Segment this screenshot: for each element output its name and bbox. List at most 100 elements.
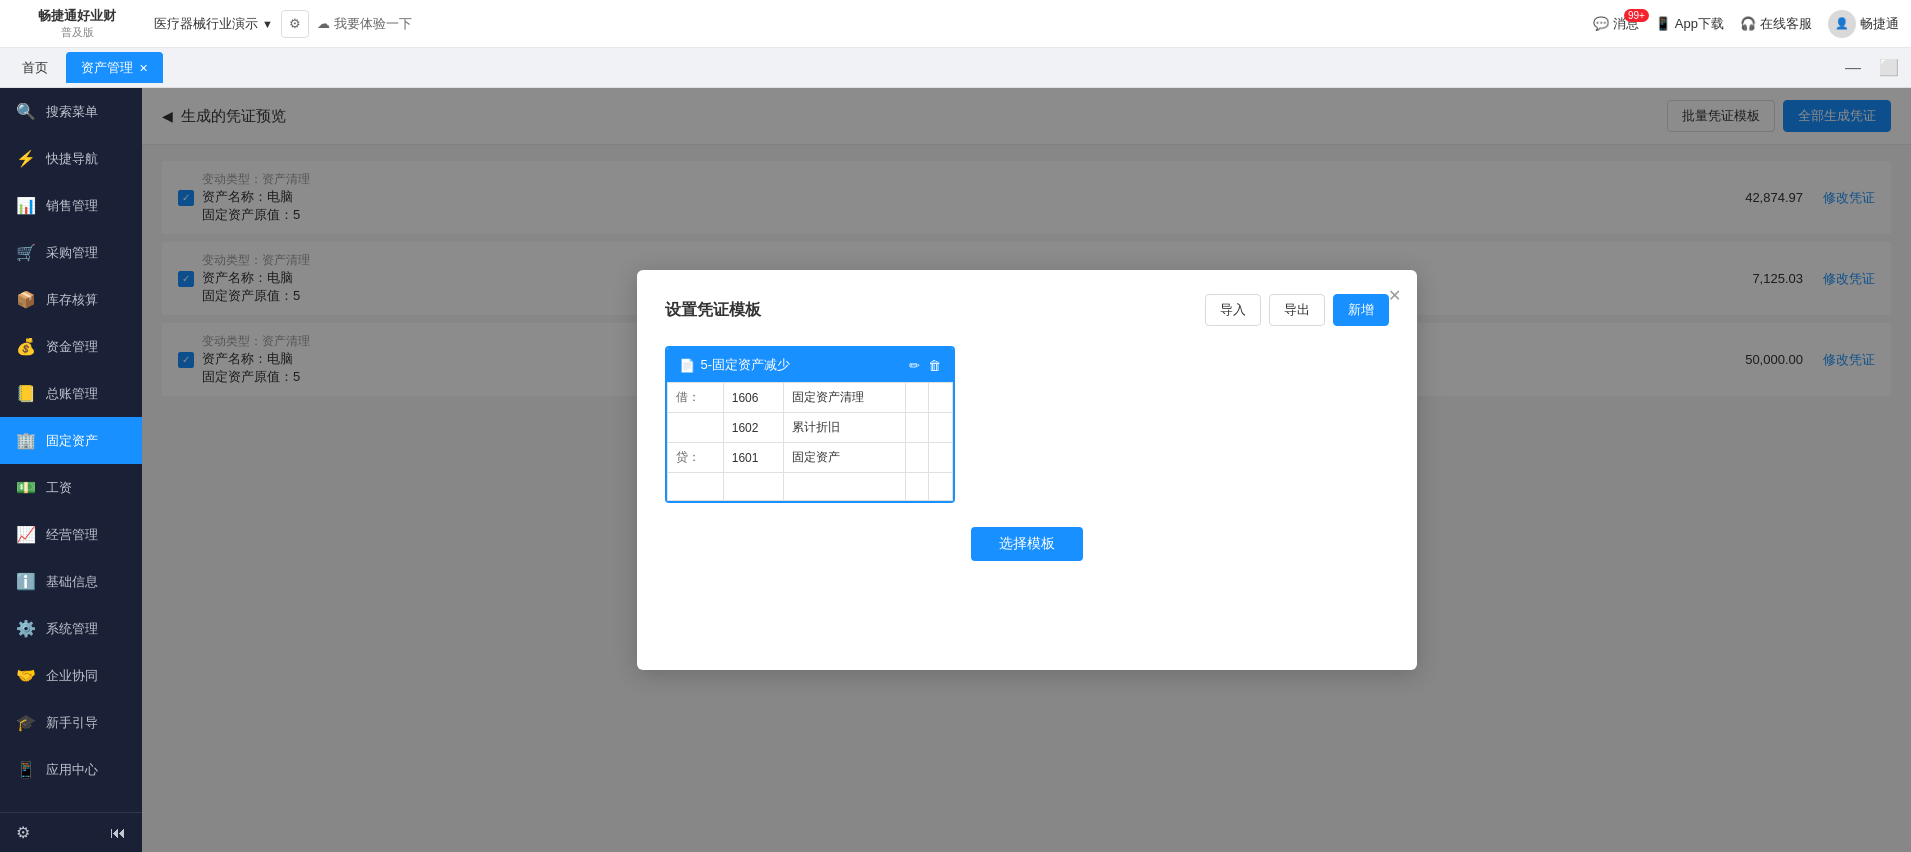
- window-controls: — ⬜: [1839, 54, 1903, 82]
- online-service-label: 在线客服: [1760, 15, 1812, 33]
- select-template-button[interactable]: 选择模板: [971, 527, 1083, 561]
- sidebar-item-inventory-label: 库存核算: [46, 291, 98, 309]
- logo-title: 畅捷通好业财: [38, 7, 116, 25]
- template-card: 📄 5-固定资产减少 ✏ 🗑 借：: [665, 346, 955, 503]
- company-selector[interactable]: 医疗器械行业演示 ▼: [154, 15, 273, 33]
- entry-side-1: 借：: [667, 383, 723, 413]
- sidebar-item-operations[interactable]: 📈 经营管理: [0, 511, 142, 558]
- quicknav-icon: ⚡: [16, 149, 36, 168]
- template-entry-row: 贷： 1601 固定资产: [667, 443, 952, 473]
- template-entry-row: 1602 累计折旧: [667, 413, 952, 443]
- new-template-button[interactable]: 新增: [1333, 294, 1389, 326]
- sidebar-item-operations-label: 经营管理: [46, 526, 98, 544]
- sidebar-item-basic-info-label: 基础信息: [46, 573, 98, 591]
- sidebar-item-sales-label: 销售管理: [46, 197, 98, 215]
- username-label: 畅捷通: [1860, 15, 1899, 33]
- service-icon: 🎧: [1740, 16, 1756, 31]
- entry-name-1: 固定资产清理: [783, 383, 905, 413]
- empty-cell-1: [667, 473, 723, 501]
- tab-asset-management[interactable]: 资产管理 ✕: [66, 52, 163, 83]
- content-area: ◀ 生成的凭证预览 批量凭证模板 全部生成凭证 ✓ 变动类型：资产清理 资产名称…: [142, 88, 1911, 852]
- online-service-button[interactable]: 🎧 在线客服: [1740, 15, 1812, 33]
- sidebar-item-fixed-assets[interactable]: 🏢 固定资产: [0, 417, 142, 464]
- sidebar-item-payroll-label: 工资: [46, 479, 72, 497]
- template-card-header-left: 📄 5-固定资产减少: [679, 356, 791, 374]
- sidebar: 🔍 搜索菜单 ⚡ 快捷导航 📊 销售管理 🛒 采购管理 📦 库存核算 💰: [0, 88, 142, 852]
- top-bar-middle: 医疗器械行业演示 ▼ ⚙ ☁ 我要体验一下: [154, 10, 1581, 38]
- entry-side-2: [667, 413, 723, 443]
- modal-title: 设置凭证模板: [665, 300, 761, 321]
- ledger-icon: 📒: [16, 384, 36, 403]
- payroll-icon: 💵: [16, 478, 36, 497]
- sidebar-item-ledger-label: 总账管理: [46, 385, 98, 403]
- entry-name-2: 累计折旧: [783, 413, 905, 443]
- empty-cell-2: [723, 473, 783, 501]
- sidebar-item-fixed-assets-label: 固定资产: [46, 432, 98, 450]
- avatar: 👤: [1828, 10, 1856, 38]
- entry-debit-3: [905, 443, 928, 473]
- sidebar-item-search[interactable]: 🔍 搜索菜单: [0, 88, 142, 135]
- minimize-button[interactable]: —: [1839, 54, 1867, 82]
- sidebar-item-inventory[interactable]: 📦 库存核算: [0, 276, 142, 323]
- sidebar-item-purchase[interactable]: 🛒 采购管理: [0, 229, 142, 276]
- template-entries-table: 借： 1606 固定资产清理 1602 累计折旧: [667, 382, 953, 501]
- top-bar-right: 💬 消息 99+ 📱 App下载 🎧 在线客服 👤 畅捷通: [1593, 10, 1899, 38]
- sidebar-item-system-label: 系统管理: [46, 620, 98, 638]
- document-icon: 📄: [679, 358, 695, 373]
- entry-credit-2: [929, 413, 952, 443]
- experience-label: 我要体验一下: [334, 15, 412, 33]
- sidebar-item-sales[interactable]: 📊 销售管理: [0, 182, 142, 229]
- logo-sub: 普及版: [61, 25, 94, 40]
- sidebar-item-app-center-label: 应用中心: [46, 761, 98, 779]
- empty-cell-4: [905, 473, 928, 501]
- tab-close-icon[interactable]: ✕: [139, 62, 148, 75]
- sidebar-item-funds[interactable]: 💰 资金管理: [0, 323, 142, 370]
- empty-cell-5: [929, 473, 952, 501]
- phone-icon: 📱: [1655, 16, 1671, 31]
- sidebar-item-guide[interactable]: 🎓 新手引导: [0, 699, 142, 746]
- sidebar-item-app-center[interactable]: 📱 应用中心: [0, 746, 142, 793]
- modal-close-button[interactable]: ✕: [1388, 286, 1401, 305]
- sidebar-item-enterprise[interactable]: 🤝 企业协同: [0, 652, 142, 699]
- top-bar: 畅捷通好业财 普及版 医疗器械行业演示 ▼ ⚙ ☁ 我要体验一下 💬 消息 99…: [0, 0, 1911, 48]
- sidebar-item-quicknav[interactable]: ⚡ 快捷导航: [0, 135, 142, 182]
- cloud-icon: ☁: [317, 16, 330, 31]
- sales-icon: 📊: [16, 196, 36, 215]
- entry-code-3: 1601: [723, 443, 783, 473]
- sidebar-item-ledger[interactable]: 📒 总账管理: [0, 370, 142, 417]
- app-download-button[interactable]: 📱 App下载: [1655, 15, 1724, 33]
- sidebar-item-basic-info[interactable]: ℹ️ 基础信息: [0, 558, 142, 605]
- enterprise-icon: 🤝: [16, 666, 36, 685]
- purchase-icon: 🛒: [16, 243, 36, 262]
- sidebar-item-system[interactable]: ⚙️ 系统管理: [0, 605, 142, 652]
- settings-gear-button[interactable]: ⚙: [281, 10, 309, 38]
- experience-button[interactable]: ☁ 我要体验一下: [317, 15, 412, 33]
- user-avatar-button[interactable]: 👤 畅捷通: [1828, 10, 1899, 38]
- sidebar-bottom: ⚙ ⏮: [0, 812, 142, 852]
- edit-template-icon[interactable]: ✏: [909, 358, 920, 373]
- modal-overlay[interactable]: 设置凭证模板 导入 导出 新增 ✕ 📄 5-固定资产减: [142, 88, 1911, 852]
- export-button[interactable]: 导出: [1269, 294, 1325, 326]
- sidebar-item-funds-label: 资金管理: [46, 338, 98, 356]
- template-name: 5-固定资产减少: [701, 356, 791, 374]
- messages-button[interactable]: 💬 消息 99+: [1593, 15, 1639, 33]
- settings-bottom-icon[interactable]: ⚙: [16, 823, 30, 842]
- maximize-button[interactable]: ⬜: [1875, 54, 1903, 82]
- collapse-icon[interactable]: ⏮: [110, 824, 126, 842]
- import-button[interactable]: 导入: [1205, 294, 1261, 326]
- logo-area: 畅捷通好业财 普及版: [12, 7, 142, 40]
- template-card-header-actions: ✏ 🗑: [909, 358, 941, 373]
- sidebar-item-purchase-label: 采购管理: [46, 244, 98, 262]
- operations-icon: 📈: [16, 525, 36, 544]
- sidebar-item-payroll[interactable]: 💵 工资: [0, 464, 142, 511]
- delete-template-icon[interactable]: 🗑: [928, 358, 941, 373]
- sidebar-item-search-label: 搜索菜单: [46, 103, 98, 121]
- sidebar-item-guide-label: 新手引导: [46, 714, 98, 732]
- guide-icon: 🎓: [16, 713, 36, 732]
- entry-credit-3: [929, 443, 952, 473]
- app-center-icon: 📱: [16, 760, 36, 779]
- tab-home[interactable]: 首页: [8, 53, 62, 83]
- empty-cell-3: [783, 473, 905, 501]
- basic-info-icon: ℹ️: [16, 572, 36, 591]
- message-icon: 💬: [1593, 16, 1609, 31]
